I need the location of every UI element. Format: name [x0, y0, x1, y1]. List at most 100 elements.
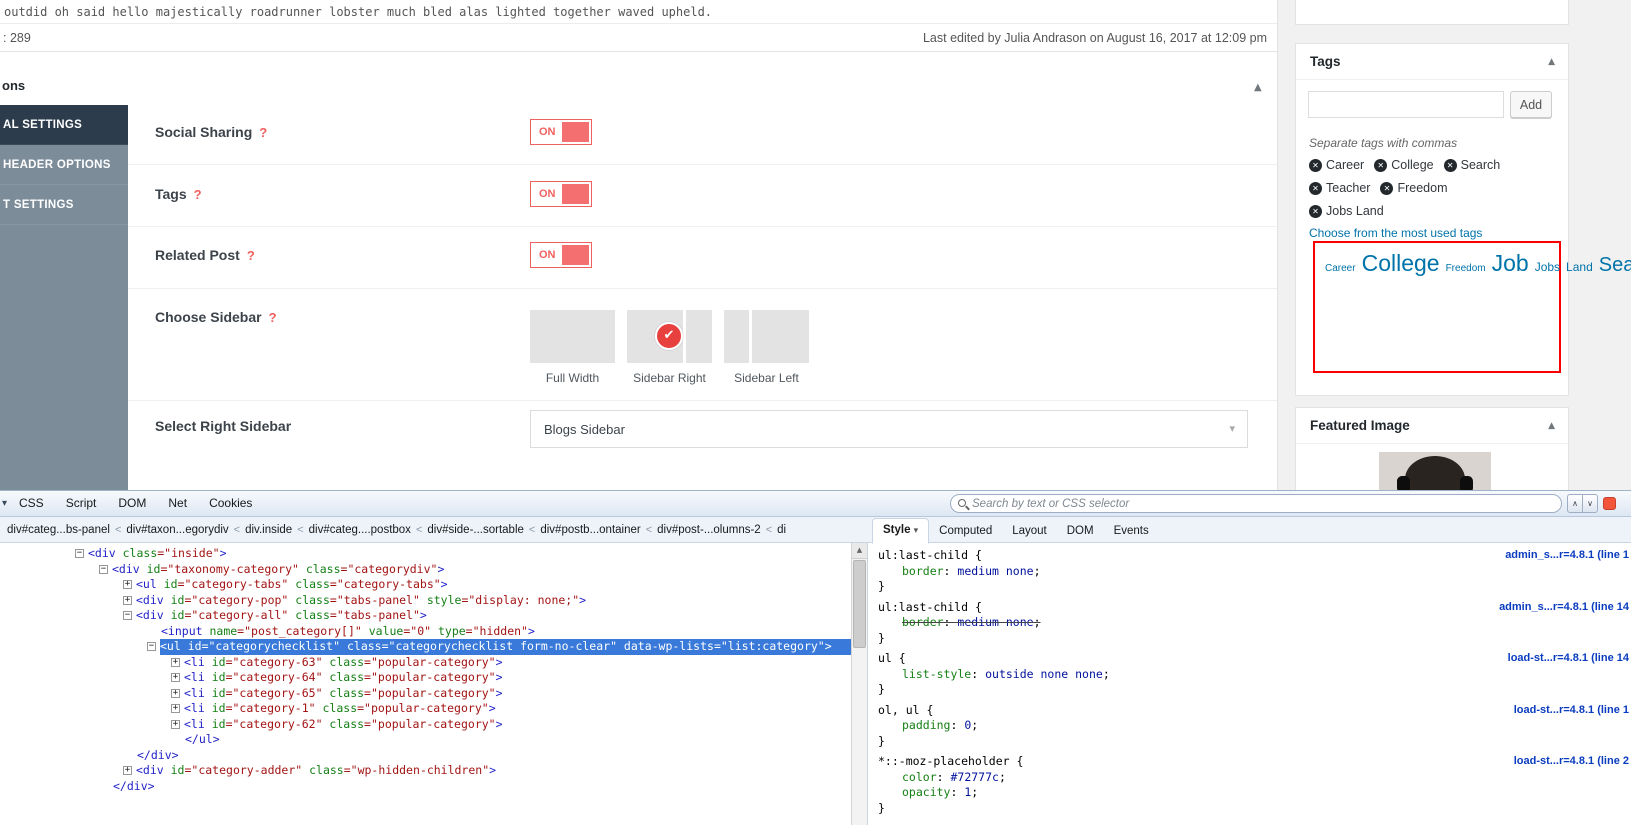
css-source-link[interactable]: admin_s...r=4.8.1 (line 14	[1499, 600, 1629, 616]
expander-icon[interactable]: +	[171, 688, 180, 698]
new-tag-input[interactable]	[1308, 91, 1504, 118]
tree-node[interactable]: + <li id="category-1" class="popular-cate…	[0, 701, 851, 717]
css-property[interactable]: color: #72777c;	[878, 770, 1631, 786]
tree-node[interactable]: − <div class="inside">	[0, 546, 851, 562]
tree-node[interactable]: + <ul id="category-tabs" class="category-…	[0, 577, 851, 593]
tree-node[interactable]: + <li id="category-64" class="popular-cat…	[0, 670, 851, 686]
side-tab-computed[interactable]: Computed	[929, 519, 1002, 543]
side-tab-events[interactable]: Events	[1104, 519, 1159, 543]
expander-icon[interactable]: +	[171, 704, 180, 713]
tree-node-text[interactable]: <li id="category-63" class="popular-cate…	[184, 655, 851, 671]
remove-tag-icon[interactable]: ✕	[1380, 182, 1394, 195]
tree-node[interactable]: + <div id="category-adder" class="wp-hidd…	[0, 763, 851, 779]
tree-node-text[interactable]: <ul id="category-tabs" class="category-t…	[136, 577, 851, 593]
css-property[interactable]: list-style: outside none none;	[878, 667, 1631, 683]
tree-node[interactable]: + <div id="category-pop" class="tabs-pane…	[0, 593, 851, 609]
layout-option-full-width[interactable]	[530, 310, 615, 363]
tree-node[interactable]: − <div id="taxonomy-category" class="cate…	[0, 562, 851, 578]
tree-node-text[interactable]: </ul>	[185, 732, 851, 748]
firebug-tab-net[interactable]: Net	[157, 491, 198, 516]
tree-node[interactable]: − <div id="category-all" class="tabs-pane…	[0, 608, 851, 624]
tree-node[interactable]: − <ul id="categorychecklist" class="categ…	[0, 639, 851, 655]
firebug-tab-cookies[interactable]: Cookies	[198, 491, 263, 516]
featured-image-header[interactable]: Featured Image ▲	[1296, 408, 1568, 444]
tree-node[interactable]: </div>	[0, 779, 851, 795]
breadcrumb-item[interactable]: div#side-...sortable	[427, 524, 524, 536]
help-icon[interactable]: ?	[259, 125, 267, 140]
remove-tag-icon[interactable]: ✕	[1309, 182, 1322, 195]
search-next-button[interactable]: ∨	[1582, 494, 1598, 513]
search-input[interactable]	[972, 496, 1542, 511]
expander-icon[interactable]: +	[171, 719, 180, 729]
css-property[interactable]: border: medium none;	[878, 615, 1631, 631]
social-sharing-toggle[interactable]: ON	[530, 119, 592, 145]
expander-icon[interactable]: +	[171, 657, 180, 667]
breadcrumb-item[interactable]: div#post-...olumns-2	[657, 524, 761, 536]
scroll-up-icon[interactable]: ▲	[852, 543, 867, 559]
css-source-link[interactable]: admin_s...r=4.8.1 (line 1	[1505, 548, 1629, 564]
tree-node-text[interactable]: <div id="category-all" class="tabs-panel…	[136, 608, 851, 624]
tags-toggle[interactable]: ON	[530, 181, 592, 207]
help-icon[interactable]: ?	[269, 310, 277, 325]
tag-cloud-item[interactable]: Jobs	[1535, 260, 1560, 274]
tags-collapse-icon[interactable]: ▲	[1548, 57, 1555, 67]
css-property[interactable]: padding: 0;	[878, 718, 1631, 734]
remove-tag-icon[interactable]: ✕	[1443, 159, 1457, 172]
side-tab-style[interactable]: Style ▾	[872, 518, 930, 544]
side-tab-dom[interactable]: DOM	[1057, 519, 1104, 543]
expander-icon[interactable]: −	[123, 611, 132, 620]
tree-node-text[interactable]: <li id="category-65" class="popular-cate…	[184, 686, 851, 702]
add-tag-button[interactable]: Add	[1510, 91, 1552, 118]
most-used-tags-link[interactable]: Choose from the most used tags	[1309, 226, 1482, 240]
expander-icon[interactable]: +	[123, 580, 132, 589]
breadcrumb-item[interactable]: di	[777, 524, 786, 536]
css-source-link[interactable]: load-st...r=4.8.1 (line 1	[1514, 703, 1629, 719]
right-sidebar-select[interactable]: Blogs Sidebar ▾	[530, 410, 1248, 448]
breadcrumb-item[interactable]: div#categ...bs-panel	[7, 524, 110, 536]
breadcrumb-item[interactable]: div#taxon...egorydiv	[126, 524, 228, 536]
tree-node-text[interactable]: <div id="category-pop" class="tabs-panel…	[136, 593, 851, 609]
expander-icon[interactable]: +	[123, 766, 132, 775]
tree-node-text[interactable]: <ul id="categorychecklist" class="catego…	[160, 639, 851, 655]
css-source-link[interactable]: load-st...r=4.8.1 (line 2	[1514, 754, 1629, 770]
firebug-tab-script[interactable]: Script	[55, 491, 108, 516]
tree-node[interactable]: </ul>	[0, 732, 851, 748]
css-source-link[interactable]: load-st...r=4.8.1 (line 14	[1508, 651, 1629, 667]
remove-tag-icon[interactable]: ✕	[1309, 205, 1322, 218]
breadcrumb-item[interactable]: div.inside	[245, 524, 292, 536]
tag-cloud-item[interactable]: Land	[1566, 260, 1593, 274]
tree-node-text[interactable]: <li id="category-62" class="popular-cate…	[184, 717, 851, 733]
expander-icon[interactable]: +	[171, 673, 180, 682]
css-property[interactable]: opacity: 1;	[878, 785, 1631, 801]
tag-cloud-item[interactable]: Job	[1492, 250, 1529, 276]
remove-tag-icon[interactable]: ✕	[1374, 159, 1388, 172]
tree-node[interactable]: <input name="post_category[]" value="0" …	[0, 624, 851, 640]
tag-cloud-item[interactable]: College	[1362, 250, 1440, 276]
search-prev-button[interactable]: ∧	[1567, 494, 1583, 513]
side-tab-layout[interactable]: Layout	[1002, 519, 1057, 543]
related-post-toggle[interactable]: ON	[530, 242, 592, 268]
tree-node[interactable]: + <li id="category-65" class="popular-cat…	[0, 686, 851, 702]
tree-node-text[interactable]: </div>	[113, 779, 851, 795]
css-property[interactable]: border: medium none;	[878, 564, 1631, 580]
tag-cloud-item[interactable]: Career	[1325, 263, 1356, 274]
help-icon[interactable]: ?	[194, 187, 202, 202]
tree-node-text[interactable]: <div id="category-adder" class="wp-hidde…	[136, 763, 851, 779]
expander-icon[interactable]: +	[123, 595, 132, 605]
tree-node-text[interactable]: <li id="category-64" class="popular-cate…	[184, 670, 851, 686]
breadcrumb-item[interactable]: div#categ....postbox	[309, 524, 411, 536]
options-tab-al-settings[interactable]: AL SETTINGS	[0, 105, 128, 145]
help-icon[interactable]: ?	[247, 248, 255, 263]
options-collapse-icon[interactable]: ▲	[1254, 82, 1262, 93]
expander-icon[interactable]: −	[147, 642, 156, 651]
scrollbar-thumb[interactable]	[853, 560, 866, 648]
tree-node-text[interactable]: <li id="category-1" class="popular-categ…	[184, 701, 851, 717]
tree-node-text[interactable]: <input name="post_category[]" value="0" …	[161, 624, 851, 640]
breadcrumb-item[interactable]: div#postb...ontainer	[540, 524, 640, 536]
dom-tree-scrollbar[interactable]: ▲	[851, 543, 867, 825]
remove-tag-icon[interactable]: ✕	[1309, 159, 1322, 172]
options-tab-header-options[interactable]: HEADER OPTIONS	[0, 145, 128, 185]
tree-node-text[interactable]: <div class="inside">	[88, 546, 851, 562]
tree-node-text[interactable]: <div id="taxonomy-category" class="categ…	[112, 562, 851, 578]
firebug-tab-css[interactable]: CSS	[8, 491, 55, 516]
